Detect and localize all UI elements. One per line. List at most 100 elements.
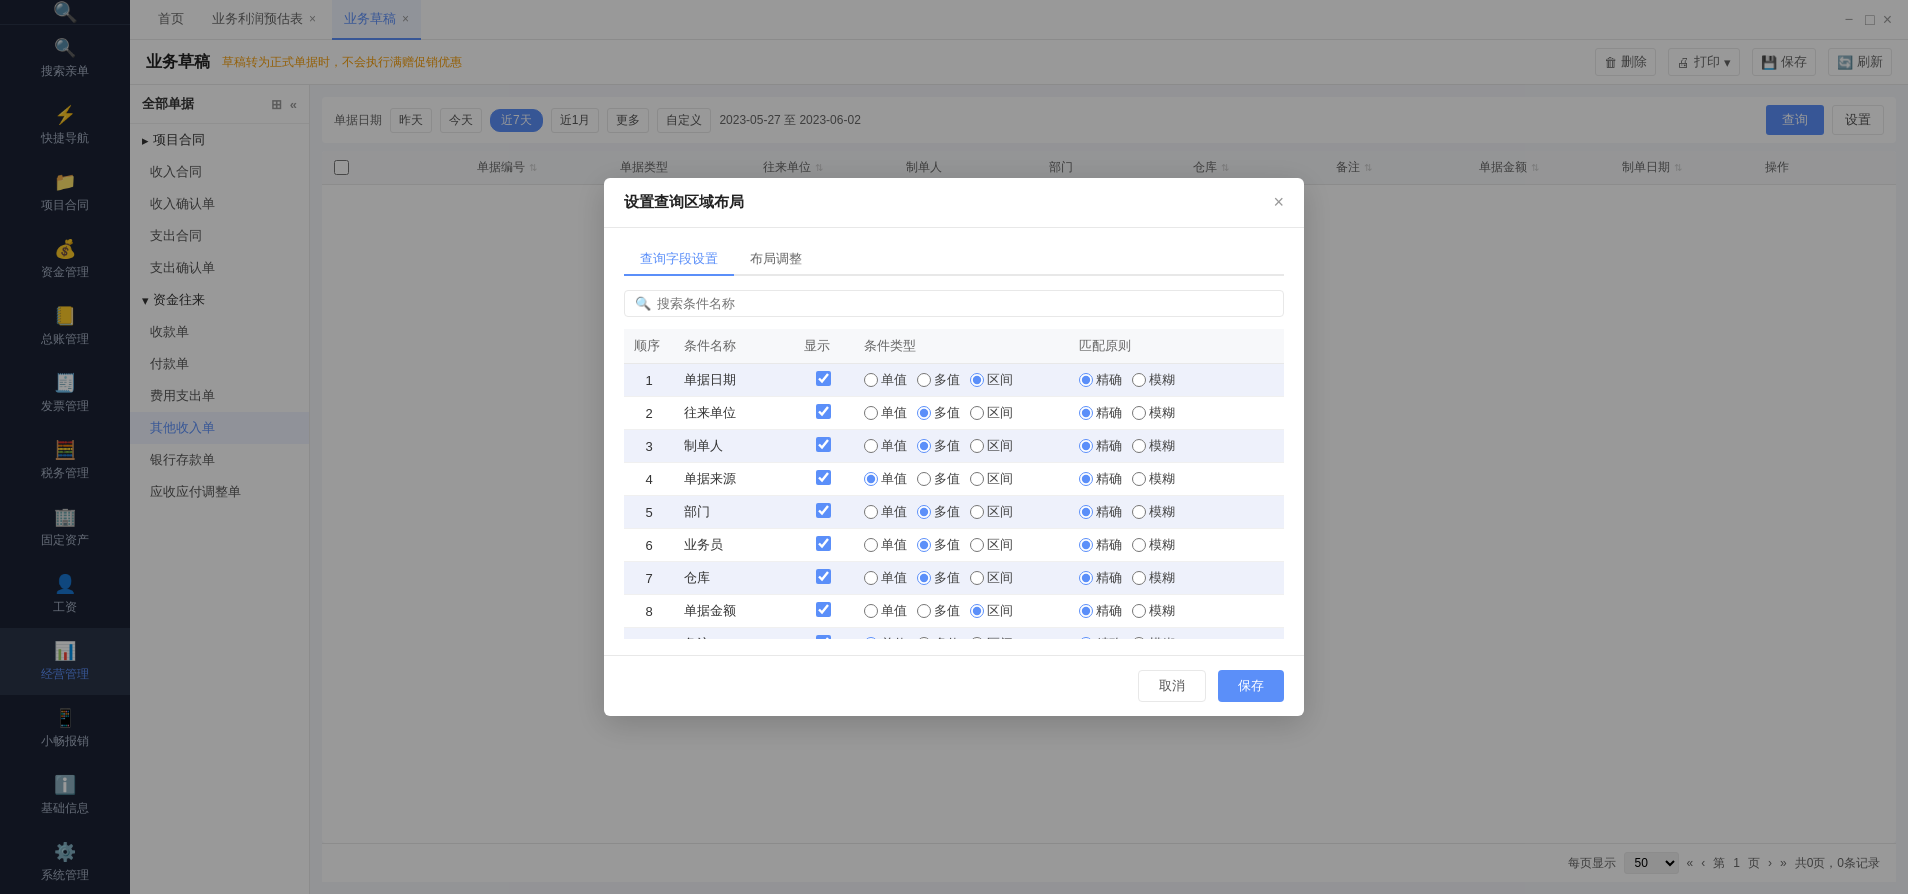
match-radio-label[interactable]: 精确 [1079,371,1122,389]
dialog-save-button[interactable]: 保存 [1218,670,1284,702]
type-radio[interactable] [917,472,931,486]
match-radio[interactable] [1079,439,1093,453]
type-radio-label[interactable]: 多值 [917,503,960,521]
dialog-tab-query-fields[interactable]: 查询字段设置 [624,244,734,276]
match-radio-label[interactable]: 精确 [1079,404,1122,422]
type-radio-label[interactable]: 区间 [970,437,1013,455]
type-radio[interactable] [970,637,984,639]
match-radio-label[interactable]: 模糊 [1132,503,1175,521]
show-checkbox[interactable] [816,404,831,419]
match-radio[interactable] [1132,538,1146,552]
type-radio[interactable] [864,439,878,453]
type-radio-label[interactable]: 单值 [864,602,907,620]
match-radio-label[interactable]: 模糊 [1132,371,1175,389]
match-radio-label[interactable]: 模糊 [1132,536,1175,554]
type-radio-label[interactable]: 多值 [917,602,960,620]
show-checkbox[interactable] [816,371,831,386]
show-checkbox[interactable] [816,536,831,551]
type-radio-label[interactable]: 单值 [864,569,907,587]
type-radio-label[interactable]: 单值 [864,635,907,639]
type-radio[interactable] [970,472,984,486]
type-radio[interactable] [864,406,878,420]
match-radio[interactable] [1079,472,1093,486]
match-radio-label[interactable]: 精确 [1079,569,1122,587]
match-radio[interactable] [1132,472,1146,486]
type-radio[interactable] [917,505,931,519]
type-radio[interactable] [970,373,984,387]
match-radio[interactable] [1132,505,1146,519]
type-radio-label[interactable]: 单值 [864,470,907,488]
show-checkbox[interactable] [816,503,831,518]
show-checkbox[interactable] [816,569,831,584]
match-radio-label[interactable]: 模糊 [1132,404,1175,422]
show-checkbox[interactable] [816,437,831,452]
type-radio-label[interactable]: 多值 [917,470,960,488]
match-radio-label[interactable]: 精确 [1079,437,1122,455]
match-radio[interactable] [1132,637,1146,639]
match-radio[interactable] [1132,571,1146,585]
type-radio-label[interactable]: 区间 [970,569,1013,587]
type-radio[interactable] [970,505,984,519]
type-radio-label[interactable]: 区间 [970,536,1013,554]
dialog-tab-layout[interactable]: 布局调整 [734,244,818,276]
type-radio[interactable] [917,571,931,585]
type-radio-label[interactable]: 区间 [970,635,1013,639]
type-radio-label[interactable]: 多值 [917,635,960,639]
match-radio[interactable] [1132,406,1146,420]
type-radio-label[interactable]: 区间 [970,602,1013,620]
show-checkbox[interactable] [816,635,831,639]
match-radio-label[interactable]: 精确 [1079,602,1122,620]
type-radio[interactable] [864,373,878,387]
type-radio[interactable] [864,604,878,618]
match-radio-label[interactable]: 精确 [1079,536,1122,554]
type-radio[interactable] [970,538,984,552]
match-radio[interactable] [1132,439,1146,453]
type-radio-label[interactable]: 多值 [917,437,960,455]
match-radio[interactable] [1132,373,1146,387]
type-radio-label[interactable]: 单值 [864,536,907,554]
type-radio[interactable] [970,439,984,453]
match-radio-label[interactable]: 模糊 [1132,470,1175,488]
type-radio[interactable] [970,604,984,618]
match-radio-label[interactable]: 模糊 [1132,602,1175,620]
type-radio[interactable] [970,406,984,420]
type-radio-label[interactable]: 单值 [864,404,907,422]
match-radio-label[interactable]: 模糊 [1132,635,1175,639]
match-radio[interactable] [1132,604,1146,618]
match-radio[interactable] [1079,505,1093,519]
type-radio[interactable] [864,472,878,486]
type-radio[interactable] [864,505,878,519]
type-radio-label[interactable]: 区间 [970,404,1013,422]
type-radio[interactable] [917,637,931,639]
type-radio[interactable] [917,604,931,618]
type-radio-label[interactable]: 单值 [864,503,907,521]
dialog-search-input[interactable] [657,296,1273,311]
match-radio-label[interactable]: 精确 [1079,503,1122,521]
type-radio[interactable] [917,373,931,387]
type-radio[interactable] [917,538,931,552]
type-radio[interactable] [864,538,878,552]
match-radio-label[interactable]: 精确 [1079,470,1122,488]
match-radio[interactable] [1079,604,1093,618]
type-radio-label[interactable]: 多值 [917,569,960,587]
cancel-button[interactable]: 取消 [1138,670,1206,702]
dialog-close-button[interactable]: × [1273,192,1284,213]
match-radio[interactable] [1079,406,1093,420]
match-radio-label[interactable]: 模糊 [1132,437,1175,455]
type-radio-label[interactable]: 多值 [917,536,960,554]
type-radio-label[interactable]: 多值 [917,371,960,389]
match-radio-label[interactable]: 精确 [1079,635,1122,639]
match-radio[interactable] [1079,571,1093,585]
type-radio[interactable] [864,637,878,639]
show-checkbox[interactable] [816,602,831,617]
type-radio-label[interactable]: 多值 [917,404,960,422]
type-radio[interactable] [864,571,878,585]
type-radio-label[interactable]: 单值 [864,371,907,389]
match-radio[interactable] [1079,373,1093,387]
type-radio-label[interactable]: 区间 [970,371,1013,389]
show-checkbox[interactable] [816,470,831,485]
match-radio-label[interactable]: 模糊 [1132,569,1175,587]
match-radio[interactable] [1079,538,1093,552]
type-radio[interactable] [917,439,931,453]
type-radio-label[interactable]: 单值 [864,437,907,455]
